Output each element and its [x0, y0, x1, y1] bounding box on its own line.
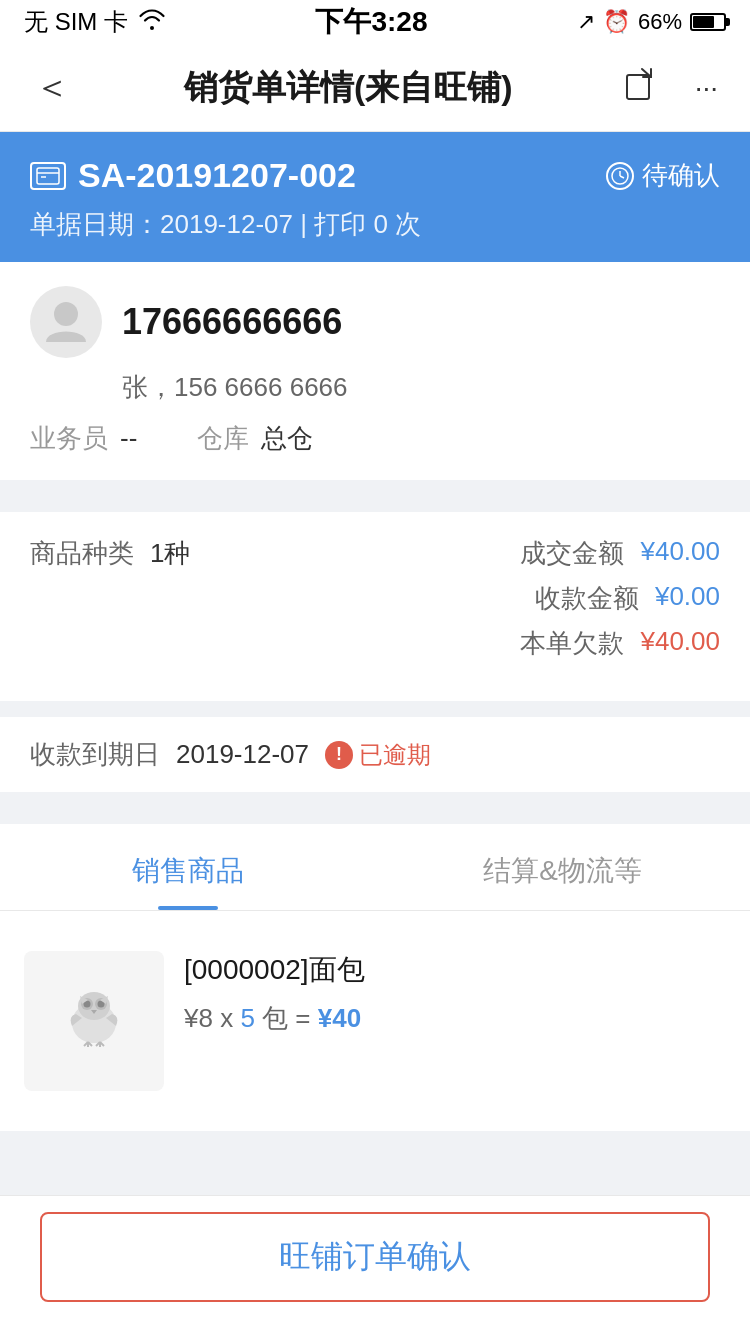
equals-sign: =: [295, 1003, 317, 1033]
received-row: 收款金额 ¥0.00: [535, 581, 720, 616]
status-left: 无 SIM 卡: [24, 6, 166, 38]
summary-amounts: 成交金额 ¥40.00 收款金额 ¥0.00 本单欠款 ¥40.00: [520, 536, 720, 661]
order-id-icon: [30, 162, 66, 190]
product-info: [0000002]面包 ¥8 x 5 包 = ¥40: [184, 951, 726, 1036]
due-label: 收款到期日: [30, 737, 160, 772]
battery-percent: 66%: [638, 9, 682, 35]
product-item: 管+ [0000002]面包 ¥8 x 5 包 = ¥40: [24, 931, 726, 1111]
multiply-sign: x: [220, 1003, 240, 1033]
transaction-value: ¥40.00: [640, 536, 720, 571]
summary-goods: 商品种类 1种: [30, 536, 190, 571]
customer-name: 张，156 6666 6666: [30, 370, 720, 405]
battery-icon: [690, 13, 726, 31]
received-value: ¥0.00: [655, 581, 720, 616]
nav-bar: ＜ 销货单详情(来自旺铺) ···: [0, 44, 750, 132]
avatar: [30, 286, 102, 358]
product-list: 管+ [0000002]面包 ¥8 x 5 包 = ¥40: [0, 911, 750, 1131]
svg-line-6: [620, 176, 624, 178]
transaction-label: 成交金额: [520, 536, 624, 571]
status-time: 下午3:28: [315, 3, 427, 41]
tabs-bar: 销售商品 结算&物流等: [0, 824, 750, 911]
product-qty: 5: [240, 1003, 254, 1033]
salesperson-label: 业务员: [30, 421, 108, 456]
carrier-text: 无 SIM 卡: [24, 6, 128, 38]
divider-2: [0, 792, 750, 808]
product-unit: 包: [262, 1003, 288, 1033]
overdue-text: 已逾期: [359, 739, 431, 771]
owed-label: 本单欠款: [520, 626, 624, 661]
summary-section: 商品种类 1种 成交金额 ¥40.00 收款金额 ¥0.00 本单欠款 ¥40.…: [0, 512, 750, 701]
back-button[interactable]: ＜: [24, 53, 80, 122]
customer-meta: 业务员 -- 仓库 总仓: [30, 421, 720, 456]
svg-point-7: [54, 302, 78, 326]
warehouse-label: 仓库: [197, 421, 249, 456]
order-date: 单据日期：2019-12-07 | 打印 0 次: [30, 207, 720, 242]
transaction-row: 成交金额 ¥40.00: [520, 536, 720, 571]
customer-phone: 17666666666: [122, 301, 342, 343]
tabs-section: 销售商品 结算&物流等: [0, 824, 750, 1131]
product-unit-price: ¥8: [184, 1003, 213, 1033]
goods-type-label: 商品种类: [30, 536, 134, 571]
goods-type-value: 1种: [150, 536, 190, 571]
tab-sales[interactable]: 销售商品: [0, 824, 375, 910]
svg-rect-0: [627, 75, 649, 99]
product-total: ¥40: [318, 1003, 361, 1033]
received-label: 收款金额: [535, 581, 639, 616]
share-button[interactable]: [617, 59, 667, 116]
warehouse-value: 总仓: [261, 421, 313, 456]
customer-section: 17666666666 张，156 6666 6666 业务员 -- 仓库 总仓: [0, 262, 750, 480]
order-status: 待确认: [606, 158, 720, 193]
due-date: 2019-12-07: [176, 739, 309, 770]
nav-actions: ···: [617, 59, 726, 116]
confirm-order-button[interactable]: 旺铺订单确认: [40, 1212, 710, 1302]
salesperson-field: 业务员 --: [30, 421, 137, 456]
clock-icon: [606, 162, 634, 190]
page-title: 销货单详情(来自旺铺): [184, 65, 513, 111]
owed-row: 本单欠款 ¥40.00: [520, 626, 720, 661]
wifi-icon: [138, 8, 166, 36]
warning-icon: !: [325, 741, 353, 769]
alarm-icon: ⏰: [603, 9, 630, 35]
overdue-badge: ! 已逾期: [325, 739, 431, 771]
owed-value: ¥40.00: [640, 626, 720, 661]
due-section: 收款到期日 2019-12-07 ! 已逾期: [0, 717, 750, 792]
more-button[interactable]: ···: [687, 64, 726, 112]
status-text: 待确认: [642, 158, 720, 193]
status-bar: 无 SIM 卡 下午3:28 ↗ ⏰ 66%: [0, 0, 750, 44]
summary-row: 商品种类 1种 成交金额 ¥40.00 收款金额 ¥0.00 本单欠款 ¥40.…: [30, 536, 720, 661]
status-right: ↗ ⏰ 66%: [577, 9, 726, 35]
product-name: [0000002]面包: [184, 951, 726, 989]
order-id: SA-20191207-002: [30, 156, 356, 195]
divider-1: [0, 480, 750, 496]
tab-settlement[interactable]: 结算&物流等: [375, 824, 750, 910]
order-header: SA-20191207-002 待确认 单据日期：2019-12-07 | 打印…: [0, 132, 750, 262]
salesperson-value: --: [120, 423, 137, 454]
product-thumbnail: 管+: [24, 951, 164, 1091]
location-icon: ↗: [577, 9, 595, 35]
bottom-bar: 旺铺订单确认: [0, 1195, 750, 1334]
svg-rect-1: [37, 168, 59, 184]
product-price: ¥8 x 5 包 = ¥40: [184, 1001, 726, 1036]
warehouse-field: 仓库 总仓: [197, 421, 313, 456]
